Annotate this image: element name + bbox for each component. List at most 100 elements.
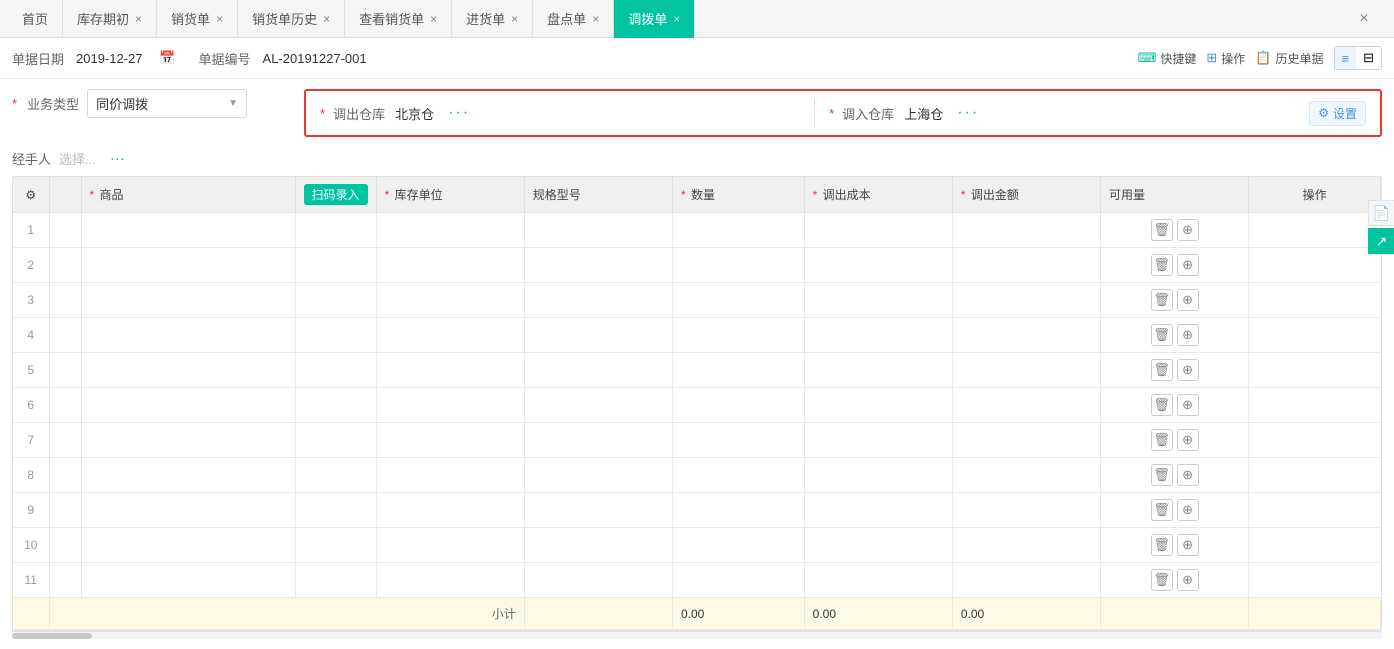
person-select[interactable]: 选择...: [59, 149, 96, 168]
grid-view-button[interactable]: ⊟: [1356, 47, 1381, 69]
amount-cell[interactable]: [804, 388, 952, 423]
unit-cell[interactable]: [295, 283, 376, 318]
cost-cell[interactable]: [672, 283, 804, 318]
out-warehouse-more-icon[interactable]: ···: [448, 104, 470, 122]
qty-cell[interactable]: [524, 493, 672, 528]
business-type-select[interactable]: 同价调拨 ▼: [87, 89, 247, 118]
copy-row-icon[interactable]: ⊕: [1177, 324, 1199, 346]
tab-view-sales-close[interactable]: ×: [430, 12, 437, 26]
cost-cell[interactable]: [672, 423, 804, 458]
shortcut-button[interactable]: ⌨ 快捷键: [1138, 50, 1197, 67]
amount-cell[interactable]: [804, 423, 952, 458]
delete-row-icon[interactable]: 🗑: [1151, 534, 1173, 556]
window-close-button[interactable]: ×: [1350, 5, 1378, 33]
delete-row-icon[interactable]: 🗑: [1151, 289, 1173, 311]
delete-row-icon[interactable]: 🗑: [1151, 499, 1173, 521]
tab-transfer[interactable]: 调拨单 ×: [614, 0, 695, 38]
product-cell[interactable]: [49, 458, 81, 493]
product-cell[interactable]: [49, 528, 81, 563]
delete-row-icon[interactable]: 🗑: [1151, 359, 1173, 381]
amount-cell[interactable]: [804, 318, 952, 353]
tab-inventory-check-close[interactable]: ×: [592, 12, 599, 26]
list-view-button[interactable]: ≡: [1335, 47, 1357, 69]
qty-cell[interactable]: [524, 458, 672, 493]
col-settings-header[interactable]: ⚙: [13, 177, 49, 213]
delete-row-icon[interactable]: 🗑: [1151, 429, 1173, 451]
spec-cell[interactable]: [376, 213, 524, 248]
cost-cell[interactable]: [672, 248, 804, 283]
ops-button[interactable]: ⊞ 操作: [1206, 50, 1245, 67]
tab-sales-history[interactable]: 销货单历史 ×: [238, 0, 345, 38]
tab-inventory-check[interactable]: 盘点单 ×: [533, 0, 614, 38]
cost-cell[interactable]: [672, 353, 804, 388]
side-doc-icon[interactable]: 📄: [1368, 200, 1394, 226]
unit-cell[interactable]: [295, 353, 376, 388]
spec-cell[interactable]: [376, 423, 524, 458]
calendar-icon[interactable]: 📅: [159, 49, 177, 67]
delete-row-icon[interactable]: 🗑: [1151, 254, 1173, 276]
product-cell[interactable]: [49, 423, 81, 458]
tab-sales-order[interactable]: 销货单 ×: [157, 0, 238, 38]
copy-row-icon[interactable]: ⊕: [1177, 394, 1199, 416]
product-cell[interactable]: [49, 388, 81, 423]
unit-cell[interactable]: [295, 318, 376, 353]
scan-button[interactable]: 扫码录入: [304, 184, 368, 205]
qty-cell[interactable]: [524, 248, 672, 283]
unit-cell[interactable]: [295, 213, 376, 248]
qty-cell[interactable]: [524, 528, 672, 563]
unit-cell[interactable]: [295, 563, 376, 598]
tab-sales-order-close[interactable]: ×: [216, 12, 223, 26]
history-button[interactable]: 📋 历史单据: [1255, 50, 1323, 67]
product-cell[interactable]: [49, 318, 81, 353]
copy-row-icon[interactable]: ⊕: [1177, 289, 1199, 311]
product-cell[interactable]: [49, 563, 81, 598]
unit-cell[interactable]: [295, 528, 376, 563]
spec-cell[interactable]: [376, 458, 524, 493]
spec-cell[interactable]: [376, 493, 524, 528]
cost-cell[interactable]: [672, 318, 804, 353]
horizontal-scrollbar[interactable]: [12, 631, 1382, 639]
copy-row-icon[interactable]: ⊕: [1177, 254, 1199, 276]
amount-cell[interactable]: [804, 283, 952, 318]
amount-cell[interactable]: [804, 493, 952, 528]
tab-purchase[interactable]: 进货单 ×: [452, 0, 533, 38]
qty-cell[interactable]: [524, 318, 672, 353]
tab-transfer-close[interactable]: ×: [673, 12, 680, 26]
qty-cell[interactable]: [524, 563, 672, 598]
spec-cell[interactable]: [376, 318, 524, 353]
spec-cell[interactable]: [376, 353, 524, 388]
product-cell[interactable]: [49, 493, 81, 528]
copy-row-icon[interactable]: ⊕: [1177, 219, 1199, 241]
delete-row-icon[interactable]: 🗑: [1151, 569, 1173, 591]
qty-cell[interactable]: [524, 423, 672, 458]
amount-cell[interactable]: [804, 563, 952, 598]
cost-cell[interactable]: [672, 388, 804, 423]
tab-view-sales[interactable]: 查看销货单 ×: [345, 0, 452, 38]
tab-sales-history-close[interactable]: ×: [323, 12, 330, 26]
cost-cell[interactable]: [672, 528, 804, 563]
unit-cell[interactable]: [295, 248, 376, 283]
spec-cell[interactable]: [376, 248, 524, 283]
unit-cell[interactable]: [295, 458, 376, 493]
qty-cell[interactable]: [524, 353, 672, 388]
cost-cell[interactable]: [672, 563, 804, 598]
amount-cell[interactable]: [804, 248, 952, 283]
cost-cell[interactable]: [672, 458, 804, 493]
unit-cell[interactable]: [295, 493, 376, 528]
qty-cell[interactable]: [524, 283, 672, 318]
amount-cell[interactable]: [804, 458, 952, 493]
amount-cell[interactable]: [804, 213, 952, 248]
qty-cell[interactable]: [524, 388, 672, 423]
unit-cell[interactable]: [295, 388, 376, 423]
cost-cell[interactable]: [672, 493, 804, 528]
qty-cell[interactable]: [524, 213, 672, 248]
amount-cell[interactable]: [804, 353, 952, 388]
setting-button[interactable]: ⚙ 设置: [1309, 101, 1366, 126]
in-warehouse-more-icon[interactable]: ···: [957, 104, 979, 122]
delete-row-icon[interactable]: 🗑: [1151, 324, 1173, 346]
copy-row-icon[interactable]: ⊕: [1177, 499, 1199, 521]
tab-home[interactable]: 首页: [8, 0, 63, 38]
delete-row-icon[interactable]: 🗑: [1151, 219, 1173, 241]
delete-row-icon[interactable]: 🗑: [1151, 464, 1173, 486]
cost-cell[interactable]: [672, 213, 804, 248]
